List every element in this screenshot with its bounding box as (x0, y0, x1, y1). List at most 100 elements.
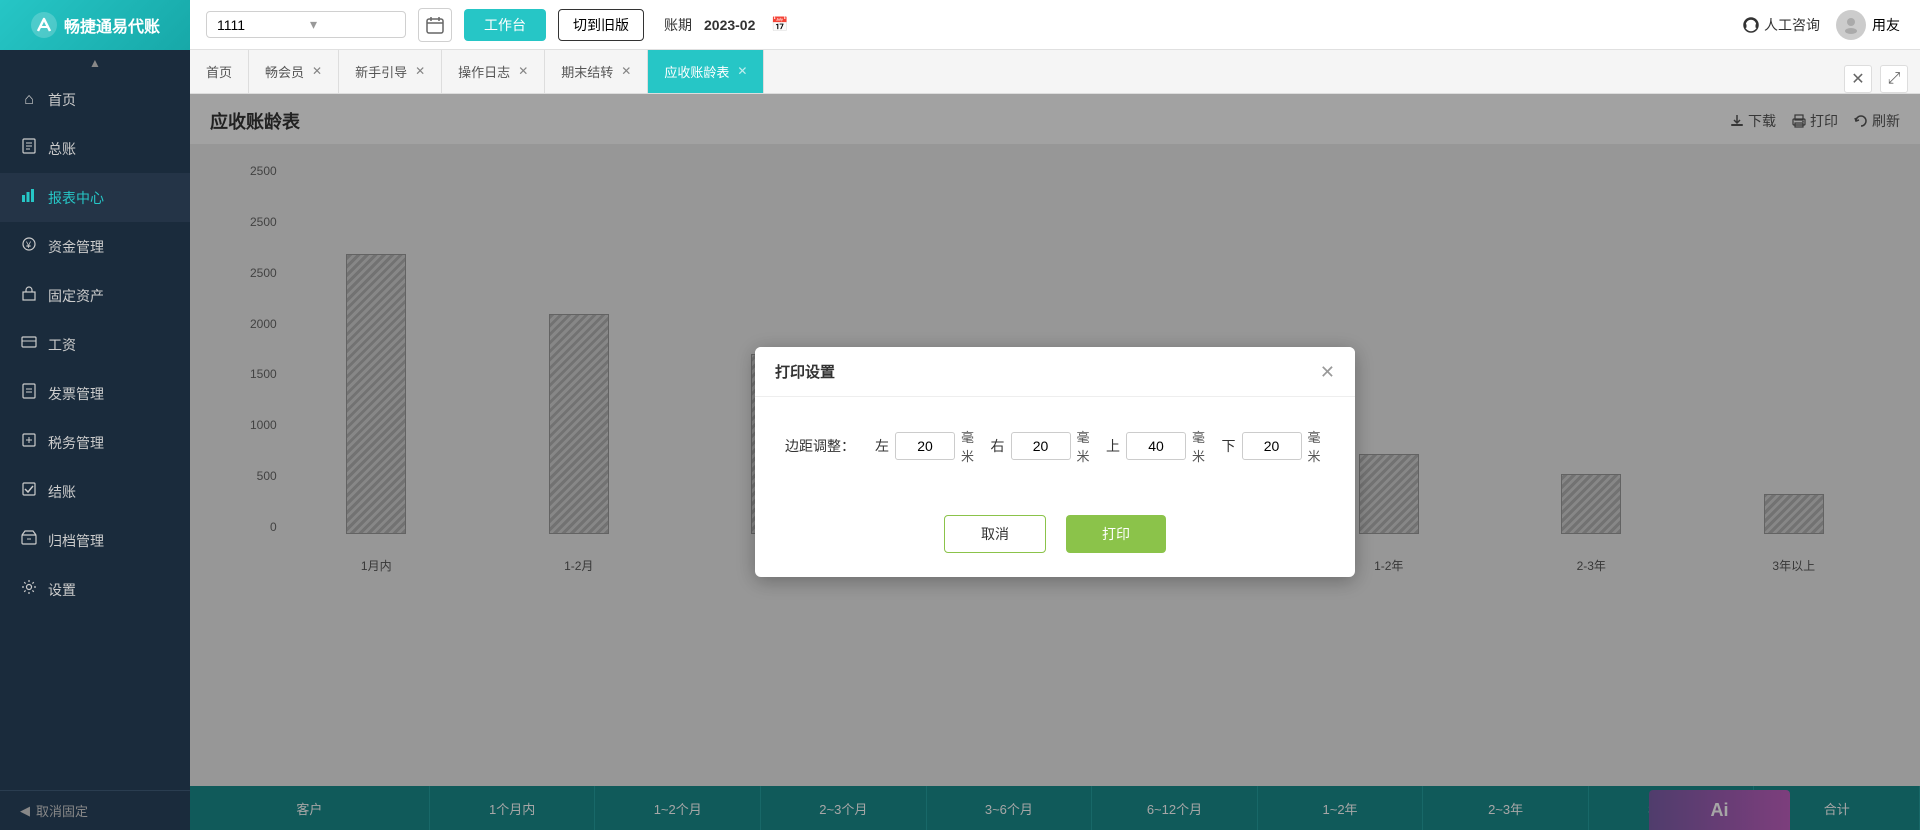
sidebar-scroll-up[interactable]: ▲ (0, 50, 190, 76)
assets-icon (20, 285, 38, 306)
svg-text:¥: ¥ (25, 240, 32, 250)
unpin-button[interactable]: ◀ 取消固定 (0, 790, 190, 830)
sidebar: ▲ ⌂ 首页 总账 报表中心 ¥ 资金管理 固定资产 (0, 50, 190, 830)
company-select[interactable]: 1111 ▾ (206, 11, 406, 38)
user-avatar (1836, 10, 1866, 40)
sidebar-label-assets: 固定资产 (48, 286, 104, 306)
tab-oplog[interactable]: 操作日志 ✕ (442, 50, 545, 93)
margin-top-unit: 毫米 (1192, 427, 1210, 465)
company-dropdown-icon: ▾ (310, 16, 395, 33)
tab-period-end[interactable]: 期末结转 ✕ (545, 50, 648, 93)
tab-period-end-label: 期末结转 (561, 62, 613, 81)
sidebar-item-payroll[interactable]: 工资 (0, 320, 190, 369)
sidebar-item-funds[interactable]: ¥ 资金管理 (0, 222, 190, 271)
sidebar-item-invoice[interactable]: 发票管理 (0, 369, 190, 418)
margin-bottom-label: 下 (1222, 436, 1236, 456)
sidebar-item-settle[interactable]: 结账 (0, 467, 190, 516)
tab-oplog-close[interactable]: ✕ (518, 64, 528, 78)
modal-title: 打印设置 (775, 361, 835, 382)
tab-close-button[interactable]: ✕ (1844, 65, 1872, 93)
modal-close-button[interactable]: ✕ (1320, 363, 1335, 381)
margin-right-unit: 毫米 (1077, 427, 1095, 465)
archive-icon (20, 530, 38, 551)
margin-bottom-group: 下 毫米 (1222, 427, 1326, 465)
workbench-button[interactable]: 工作台 (464, 9, 546, 41)
period-calendar-icon[interactable]: 📅 (771, 16, 788, 33)
user-icon (1841, 15, 1861, 35)
sidebar-label-archive: 归档管理 (48, 531, 104, 551)
margin-right-label: 右 (991, 436, 1005, 456)
tab-member[interactable]: 畅会员 ✕ (249, 50, 339, 93)
sidebar-label-reports: 报表中心 (48, 188, 104, 208)
sidebar-label-funds: 资金管理 (48, 237, 104, 257)
tax-icon (20, 432, 38, 453)
sidebar-item-tax[interactable]: 税务管理 (0, 418, 190, 467)
print-settings-modal: 打印设置 ✕ 边距调整： 左 毫米 右 (755, 347, 1355, 577)
tab-member-close[interactable]: ✕ (312, 64, 322, 78)
tab-guide-close[interactable]: ✕ (415, 64, 425, 78)
modal-overlay[interactable]: 打印设置 ✕ 边距调整： 左 毫米 右 (190, 94, 1920, 830)
settle-icon (20, 481, 38, 502)
logo-area: 畅捷通易代账 (0, 0, 190, 50)
margin-right-group: 右 毫米 (991, 427, 1095, 465)
tab-ar-aging-close[interactable]: ✕ (737, 64, 747, 78)
modal-print-button[interactable]: 打印 (1066, 515, 1166, 553)
logo-icon (30, 11, 58, 39)
funds-icon: ¥ (20, 236, 38, 257)
content-area: 首页 畅会员 ✕ 新手引导 ✕ 操作日志 ✕ 期末结转 ✕ 应收账龄表 ✕ (190, 50, 1920, 830)
sidebar-label-home: 首页 (48, 90, 76, 110)
main-layout: ▲ ⌂ 首页 总账 报表中心 ¥ 资金管理 固定资产 (0, 50, 1920, 830)
tab-member-label: 畅会员 (265, 62, 304, 81)
margin-right-input[interactable] (1011, 432, 1071, 460)
tab-home[interactable]: 首页 (190, 50, 249, 93)
payroll-icon (20, 334, 38, 355)
switch-version-button[interactable]: 切到旧版 (558, 9, 644, 41)
consult-label: 人工咨询 (1764, 15, 1820, 35)
cancel-button[interactable]: 取消 (944, 515, 1046, 553)
sidebar-item-assets[interactable]: 固定资产 (0, 271, 190, 320)
tab-ar-aging[interactable]: 应收账龄表 ✕ (648, 50, 764, 93)
sidebar-label-tax: 税务管理 (48, 433, 104, 453)
headset-icon (1742, 16, 1760, 34)
period-label: 账期 (664, 15, 692, 35)
margin-left-input[interactable] (895, 432, 955, 460)
calendar-icon-btn[interactable] (418, 8, 452, 42)
margin-top-input[interactable] (1126, 432, 1186, 460)
margin-left-group: 左 毫米 (875, 427, 979, 465)
sidebar-item-home[interactable]: ⌂ 首页 (0, 76, 190, 124)
sidebar-label-settle: 结账 (48, 482, 76, 502)
margin-left-label: 左 (875, 436, 889, 456)
user-label: 用友 (1872, 15, 1900, 35)
margin-top-group: 上 毫米 (1106, 427, 1210, 465)
margin-label: 边距调整： (785, 436, 855, 456)
tab-guide[interactable]: 新手引导 ✕ (339, 50, 442, 93)
tab-home-label: 首页 (206, 62, 232, 81)
tab-expand-button[interactable]: ⤢ (1880, 65, 1908, 93)
margin-left-unit: 毫米 (961, 427, 979, 465)
margin-bottom-unit: 毫米 (1308, 427, 1326, 465)
sidebar-item-ledger[interactable]: 总账 (0, 124, 190, 173)
tab-actions: ✕ ⤢ (1844, 65, 1920, 93)
tab-guide-label: 新手引导 (355, 62, 407, 81)
settings-icon (20, 579, 38, 600)
top-header: 畅捷通易代账 1111 ▾ 工作台 切到旧版 账期 2023-02 📅 (0, 0, 1920, 50)
sidebar-item-settings[interactable]: 设置 (0, 565, 190, 614)
company-name: 1111 (217, 17, 302, 33)
logo-text: 畅捷通易代账 (64, 13, 160, 37)
margin-top-label: 上 (1106, 436, 1120, 456)
sidebar-label-payroll: 工资 (48, 335, 76, 355)
calendar-icon (426, 16, 444, 34)
sidebar-label-invoice: 发票管理 (48, 384, 104, 404)
tab-period-end-close[interactable]: ✕ (621, 64, 631, 78)
user-area[interactable]: 用友 (1836, 10, 1900, 40)
margin-row: 边距调整： 左 毫米 右 毫米 (785, 427, 1325, 465)
sidebar-label-ledger: 总账 (48, 139, 76, 159)
tab-oplog-label: 操作日志 (458, 62, 510, 81)
consult-button[interactable]: 人工咨询 (1742, 15, 1820, 35)
sidebar-item-reports[interactable]: 报表中心 (0, 173, 190, 222)
margin-bottom-input[interactable] (1242, 432, 1302, 460)
sidebar-item-archive[interactable]: 归档管理 (0, 516, 190, 565)
modal-footer: 取消 打印 (755, 505, 1355, 577)
home-icon: ⌂ (20, 91, 38, 109)
modal-header: 打印设置 ✕ (755, 347, 1355, 397)
